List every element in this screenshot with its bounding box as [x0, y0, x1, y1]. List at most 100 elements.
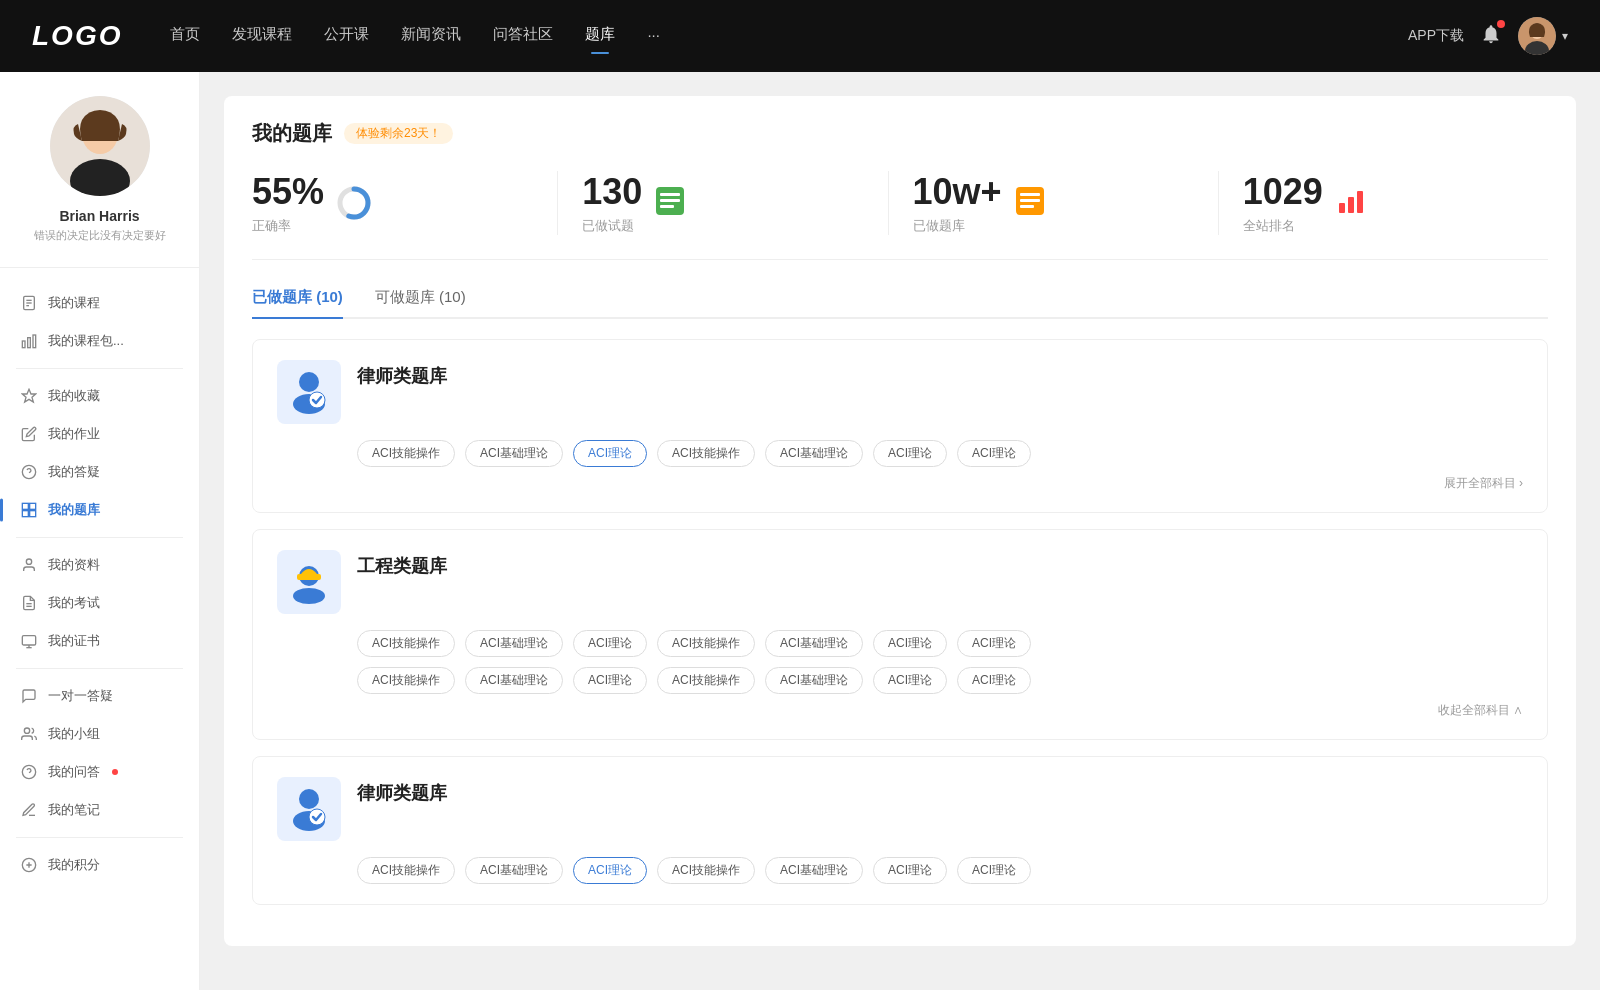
user-avatar-button[interactable]: ▾ — [1518, 17, 1568, 55]
svg-rect-41 — [1339, 203, 1345, 213]
notification-bell[interactable] — [1480, 23, 1502, 49]
qbank-name-2: 工程类题库 — [357, 554, 447, 578]
person-icon — [20, 556, 38, 574]
tag-item[interactable]: ACI基础理论 — [465, 667, 563, 694]
tag-item[interactable]: ACI理论 — [957, 440, 1031, 467]
sidebar-item-notes[interactable]: 我的笔记 — [0, 791, 199, 829]
nav-qbank[interactable]: 题库 — [585, 25, 615, 48]
tag-item[interactable]: ACI基础理论 — [765, 667, 863, 694]
qbank-header-3: 律师类题库 — [277, 777, 1523, 841]
tag-item[interactable]: ACI技能操作 — [657, 667, 755, 694]
tag-item[interactable]: ACI基础理论 — [465, 630, 563, 657]
svg-rect-18 — [22, 511, 28, 517]
tag-item[interactable]: ACI基础理论 — [465, 440, 563, 467]
tag-item[interactable]: ACI理论 — [957, 667, 1031, 694]
tag-item[interactable]: ACI技能操作 — [357, 667, 455, 694]
tag-item[interactable]: ACI技能操作 — [357, 630, 455, 657]
svg-point-48 — [293, 588, 325, 604]
nav-news[interactable]: 新闻资讯 — [401, 25, 461, 48]
nav-menu: 首页 发现课程 公开课 新闻资讯 问答社区 题库 ··· — [170, 25, 1408, 48]
sidebar-label-homework: 我的作业 — [48, 425, 100, 443]
tag-item[interactable]: ACI技能操作 — [657, 857, 755, 884]
svg-point-26 — [24, 728, 29, 733]
question-icon — [20, 463, 38, 481]
tag-item[interactable]: ACI理论 — [957, 857, 1031, 884]
sidebar-divider-4 — [16, 837, 183, 838]
sidebar-item-answers[interactable]: 我的答疑 — [0, 453, 199, 491]
sidebar-item-myqa[interactable]: 我的问答 — [0, 753, 199, 791]
tag-item[interactable]: ACI基础理论 — [765, 857, 863, 884]
svg-rect-39 — [1020, 199, 1040, 202]
cert-icon — [20, 632, 38, 650]
tag-item[interactable]: ACI理论 — [573, 667, 647, 694]
svg-rect-43 — [1357, 191, 1363, 213]
qbank-tags-3: ACI技能操作 ACI基础理论 ACI理论 ACI技能操作 ACI基础理论 AC… — [277, 857, 1523, 884]
nav-qa[interactable]: 问答社区 — [493, 25, 553, 48]
svg-rect-10 — [22, 341, 25, 348]
nav-home[interactable]: 首页 — [170, 25, 200, 48]
sidebar-item-course-pkg[interactable]: 我的课程包... — [0, 322, 199, 360]
tag-item-active[interactable]: ACI理论 — [573, 440, 647, 467]
tab-todo[interactable]: 可做题库 (10) — [375, 288, 466, 317]
sidebar-item-profile[interactable]: 我的资料 — [0, 546, 199, 584]
sidebar-label-cert: 我的证书 — [48, 632, 100, 650]
chevron-down-icon: ▾ — [1562, 29, 1568, 43]
qbank-tags-2a: ACI技能操作 ACI基础理论 ACI理论 ACI技能操作 ACI基础理论 AC… — [277, 630, 1523, 657]
sidebar-item-points[interactable]: 我的积分 — [0, 846, 199, 884]
sidebar-item-homework[interactable]: 我的作业 — [0, 415, 199, 453]
sidebar-label-course-pkg: 我的课程包... — [48, 332, 124, 350]
tag-item[interactable]: ACI基础理论 — [765, 440, 863, 467]
sidebar-item-group[interactable]: 我的小组 — [0, 715, 199, 753]
qbank-name-3: 律师类题库 — [357, 781, 447, 805]
profile-name: Brian Harris — [59, 208, 139, 224]
tag-item[interactable]: ACI理论 — [873, 440, 947, 467]
sidebar-menu: 我的课程 我的课程包... 我的收藏 — [0, 268, 199, 900]
qbank-name-1: 律师类题库 — [357, 364, 447, 388]
doc-icon — [20, 594, 38, 612]
sidebar-label-qbank: 我的题库 — [48, 501, 100, 519]
sidebar-item-cert[interactable]: 我的证书 — [0, 622, 199, 660]
nav-open-course[interactable]: 公开课 — [324, 25, 369, 48]
nav-discover[interactable]: 发现课程 — [232, 25, 292, 48]
points-icon — [20, 856, 38, 874]
sidebar-item-exam[interactable]: 我的考试 — [0, 584, 199, 622]
grid-icon — [20, 501, 38, 519]
tag-item[interactable]: ACI基础理论 — [465, 857, 563, 884]
edit-icon — [20, 425, 38, 443]
sidebar-item-favorites[interactable]: 我的收藏 — [0, 377, 199, 415]
svg-point-50 — [299, 789, 319, 809]
tag-item[interactable]: ACI技能操作 — [357, 857, 455, 884]
sidebar-item-course[interactable]: 我的课程 — [0, 284, 199, 322]
tag-item[interactable]: ACI技能操作 — [357, 440, 455, 467]
donut-chart-icon — [336, 185, 372, 221]
app-download[interactable]: APP下载 — [1408, 27, 1464, 45]
main-layout: Brian Harris 错误的决定比没有决定要好 我的课程 我的课程包... — [0, 72, 1600, 990]
notification-badge — [1497, 20, 1505, 28]
tag-item[interactable]: ACI理论 — [873, 857, 947, 884]
chat-icon — [20, 687, 38, 705]
qbank-icon-lawyer-2 — [277, 777, 341, 841]
tag-item[interactable]: ACI理论 — [573, 630, 647, 657]
tag-item[interactable]: ACI基础理论 — [765, 630, 863, 657]
tag-item[interactable]: ACI理论 — [873, 630, 947, 657]
svg-rect-38 — [1020, 193, 1040, 196]
svg-rect-35 — [660, 199, 680, 202]
tag-item[interactable]: ACI技能操作 — [657, 440, 755, 467]
sidebar-label-one-on-one: 一对一答疑 — [48, 687, 113, 705]
tag-item[interactable]: ACI技能操作 — [657, 630, 755, 657]
collapse-link[interactable]: 收起全部科目 ∧ — [277, 702, 1523, 719]
avatar — [1518, 17, 1556, 55]
stat-accuracy-label: 正确率 — [252, 217, 324, 235]
svg-point-32 — [346, 195, 362, 211]
expand-link-1[interactable]: 展开全部科目 › — [277, 475, 1523, 492]
sidebar-item-qbank[interactable]: 我的题库 — [0, 491, 199, 529]
svg-rect-34 — [660, 193, 680, 196]
tab-done[interactable]: 已做题库 (10) — [252, 288, 343, 317]
stats-row: 55% 正确率 130 已做试题 — [252, 171, 1548, 260]
tag-item[interactable]: ACI理论 — [957, 630, 1031, 657]
tag-item[interactable]: ACI理论 — [873, 667, 947, 694]
nav-more[interactable]: ··· — [647, 26, 660, 47]
sidebar-item-one-on-one[interactable]: 一对一答疑 — [0, 677, 199, 715]
sidebar-label-profile: 我的资料 — [48, 556, 100, 574]
tag-item-active[interactable]: ACI理论 — [573, 857, 647, 884]
